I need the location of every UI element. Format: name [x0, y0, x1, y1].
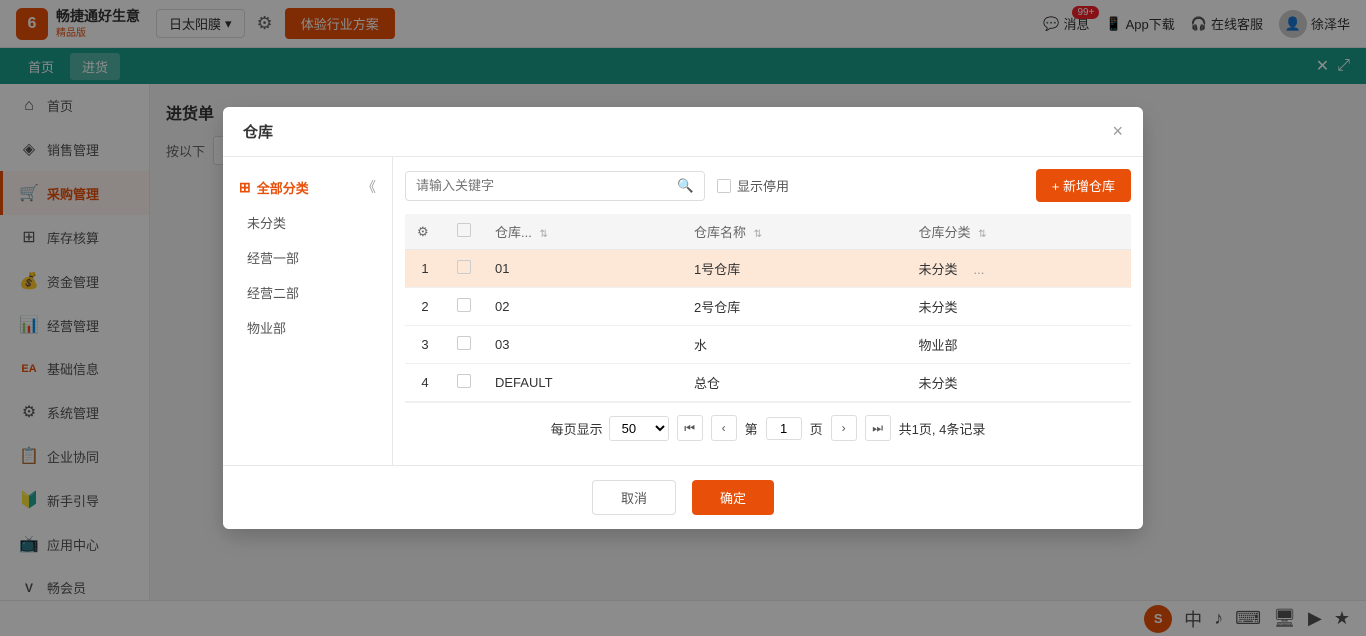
dialog-header: 仓库 × [223, 107, 1143, 157]
page-summary: 共1页, 4条记录 [899, 419, 986, 438]
row-category: 未分类... [906, 250, 1131, 288]
table-row[interactable]: 2 02 2号仓库 未分类 [405, 288, 1131, 326]
category-item-ops1[interactable]: 经营一部 [223, 240, 392, 275]
row-checkbox-cell[interactable] [445, 326, 483, 364]
grid-icon: ⊞ [239, 179, 251, 196]
pagination: 每页显示 50 20 100 ⏮ ‹ 第 页 › ⏭ 共1页, 4条记录 [405, 402, 1131, 453]
row-code: DEFAULT [483, 364, 682, 402]
row-num: 2 [405, 288, 445, 326]
per-page-label: 每页显示 [551, 419, 603, 438]
category-header: ⊞ 全部分类 《 [223, 169, 392, 205]
category-sidebar: ⊞ 全部分类 《 未分类 经营一部 经营二部 物业部 [223, 157, 393, 465]
per-page-select[interactable]: 50 20 100 [609, 416, 669, 441]
all-categories-label[interactable]: ⊞ 全部分类 [239, 178, 309, 197]
row-checkbox[interactable] [457, 298, 471, 312]
row-category: 物业部 [906, 326, 1131, 364]
th-category: 仓库分类 ⇅ [906, 214, 1131, 250]
sort-code-icon[interactable]: ⇅ [539, 229, 547, 240]
row-category: 未分类 [906, 288, 1131, 326]
page-size-select: 每页显示 50 20 100 [551, 416, 669, 441]
row-checkbox[interactable] [457, 260, 471, 274]
row-name: 1号仓库 [682, 250, 907, 288]
row-name: 水 [682, 326, 907, 364]
row-num: 4 [405, 364, 445, 402]
row-checkbox-cell[interactable] [445, 250, 483, 288]
row-num: 1 [405, 250, 445, 288]
row-checkbox[interactable] [457, 374, 471, 388]
table-toolbar: 🔍 显示停用 + 新增仓库 [405, 169, 1131, 202]
page-end-label: 页 [810, 419, 823, 438]
row-num: 3 [405, 326, 445, 364]
row-code: 02 [483, 288, 682, 326]
table-body: 1 01 1号仓库 未分类... 2 02 2号仓库 未分类 3 03 水 物业… [405, 250, 1131, 402]
show-disabled-toggle[interactable]: 显示停用 [717, 176, 789, 195]
row-name: 2号仓库 [682, 288, 907, 326]
category-collapse-button[interactable]: 《 [362, 177, 376, 197]
sort-name-icon[interactable]: ⇅ [754, 229, 762, 240]
header-checkbox[interactable] [457, 223, 471, 237]
table-header-row: ⚙ 仓库... ⇅ 仓库名称 ⇅ [405, 214, 1131, 250]
sort-category-icon[interactable]: ⇅ [978, 229, 986, 240]
row-category: 未分类 [906, 364, 1131, 402]
row-code: 03 [483, 326, 682, 364]
warehouse-table: ⚙ 仓库... ⇅ 仓库名称 ⇅ [405, 214, 1131, 402]
th-check[interactable] [445, 214, 483, 250]
table-area: 🔍 显示停用 + 新增仓库 ⚙ [393, 157, 1143, 465]
dialog-body: ⊞ 全部分类 《 未分类 经营一部 经营二部 物业部 [223, 157, 1143, 465]
category-item-ops2[interactable]: 经营二部 [223, 275, 392, 310]
row-name: 总仓 [682, 364, 907, 402]
first-page-button[interactable]: ⏮ [677, 415, 703, 441]
last-page-button[interactable]: ⏭ [865, 415, 891, 441]
search-input-wrap: 🔍 [405, 171, 705, 201]
confirm-button[interactable]: 确定 [692, 480, 774, 515]
warehouse-dialog: 仓库 × ⊞ 全部分类 《 未分类 经营一部 经营二部 物业部 [223, 107, 1143, 529]
category-item-unclassified[interactable]: 未分类 [223, 205, 392, 240]
th-settings[interactable]: ⚙ [405, 214, 445, 250]
next-page-button[interactable]: › [831, 415, 857, 441]
category-item-property[interactable]: 物业部 [223, 310, 392, 345]
cancel-button[interactable]: 取消 [592, 480, 676, 515]
add-warehouse-button[interactable]: + 新增仓库 [1036, 169, 1131, 202]
dialog-title: 仓库 [243, 121, 273, 142]
th-code: 仓库... ⇅ [483, 214, 682, 250]
row-code: 01 [483, 250, 682, 288]
page-label: 第 [745, 419, 758, 438]
dialog-footer: 取消 确定 [223, 465, 1143, 529]
dialog-close-button[interactable]: × [1112, 121, 1123, 142]
th-name: 仓库名称 ⇅ [682, 214, 907, 250]
table-row[interactable]: 3 03 水 物业部 [405, 326, 1131, 364]
row-checkbox-cell[interactable] [445, 288, 483, 326]
search-input[interactable] [406, 172, 667, 199]
table-scroll: ⚙ 仓库... ⇅ 仓库名称 ⇅ [405, 214, 1131, 402]
prev-page-button[interactable]: ‹ [711, 415, 737, 441]
page-input[interactable] [766, 417, 802, 440]
show-disabled-checkbox[interactable] [717, 179, 731, 193]
search-button[interactable]: 🔍 [667, 172, 704, 200]
row-action-icon[interactable]: ... [973, 262, 984, 277]
row-checkbox[interactable] [457, 336, 471, 350]
table-row[interactable]: 1 01 1号仓库 未分类... [405, 250, 1131, 288]
table-row[interactable]: 4 DEFAULT 总仓 未分类 [405, 364, 1131, 402]
row-checkbox-cell[interactable] [445, 364, 483, 402]
show-disabled-label: 显示停用 [737, 176, 789, 195]
